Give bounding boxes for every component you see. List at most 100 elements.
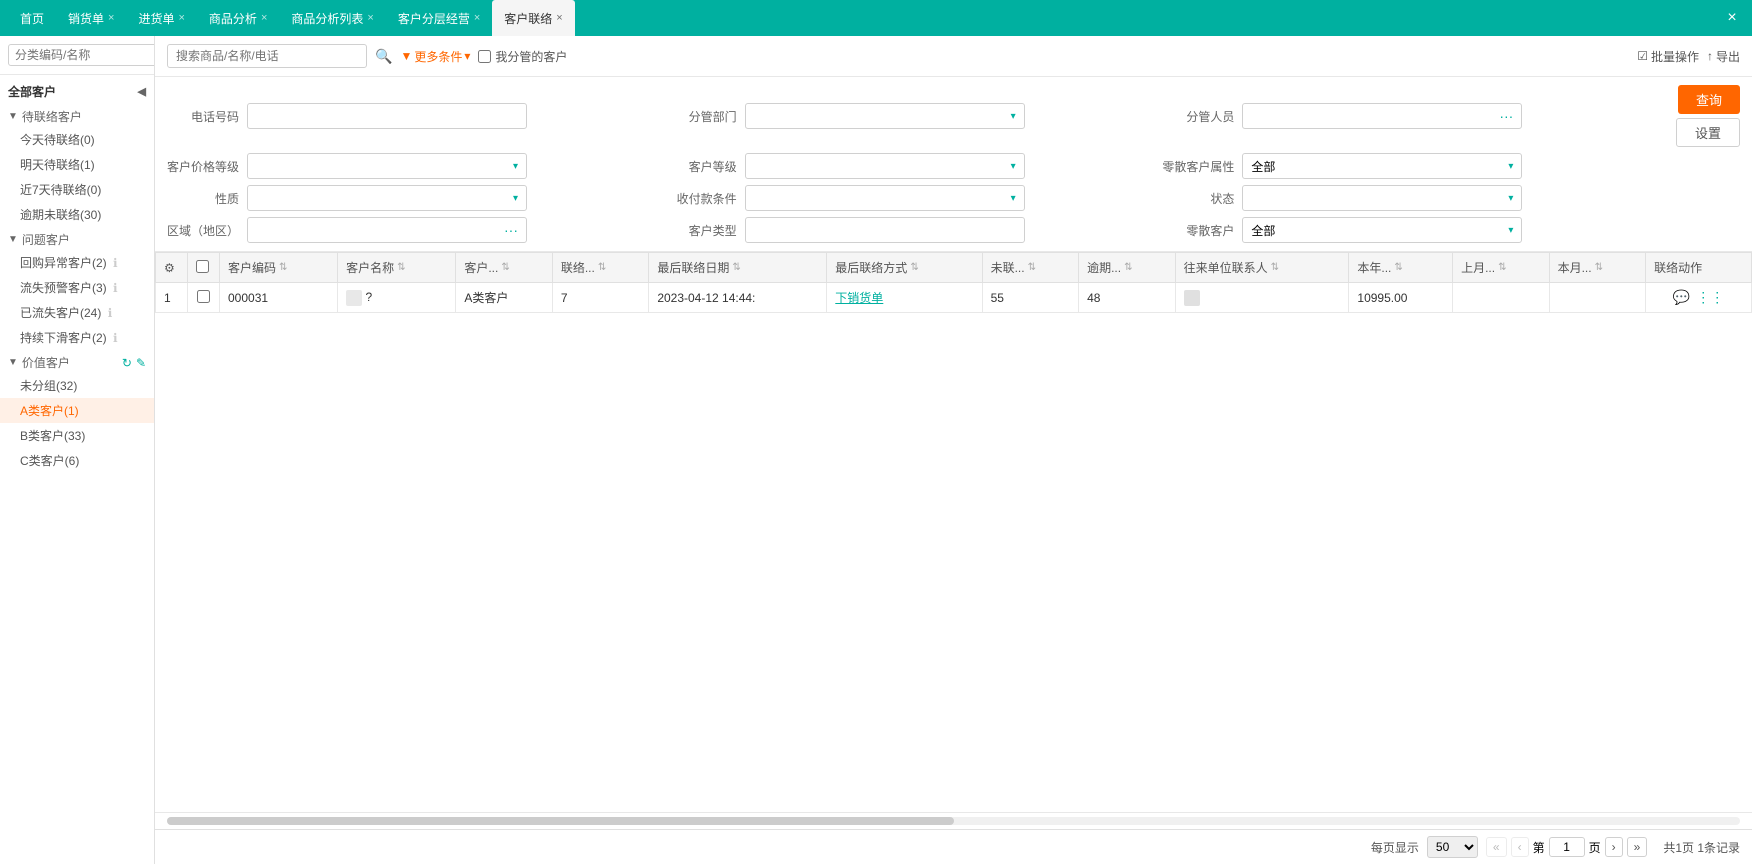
more-conditions-button[interactable]: ▼ 更多条件 ▾ xyxy=(400,48,470,65)
filter-price-level-select[interactable]: ▾ xyxy=(247,153,527,179)
nav-sales[interactable]: 销货单 × xyxy=(56,0,126,36)
col-last-date[interactable]: 最后联络日期 ⇅ xyxy=(649,253,827,283)
next-page-button[interactable]: › xyxy=(1605,837,1623,857)
manager-dots-icon: ··· xyxy=(1499,108,1513,124)
row-overdue-days: 48 xyxy=(1079,283,1176,313)
filter-nature-select[interactable]: ▾ xyxy=(247,185,527,211)
price-level-chevron-icon: ▾ xyxy=(513,161,518,172)
filter-payment-select[interactable]: ▾ xyxy=(745,185,1025,211)
filter-retail-attr-select[interactable]: 全部 ▾ xyxy=(1242,153,1522,179)
first-page-button[interactable]: « xyxy=(1486,837,1507,857)
close-customer-segment-tab[interactable]: × xyxy=(474,12,480,24)
close-product-analysis-tab[interactable]: × xyxy=(261,12,267,24)
nav-customer-segment[interactable]: 客户分层经营 × xyxy=(386,0,492,36)
my-customers-checkbox-label[interactable]: 我分管的客户 xyxy=(478,48,567,65)
nav-customer-contact[interactable]: 客户联络 × xyxy=(492,0,574,36)
prev-page-button[interactable]: ‹ xyxy=(1511,837,1529,857)
col-settings[interactable]: ⚙ xyxy=(156,253,188,283)
filter-manager-select[interactable]: ··· xyxy=(1242,103,1522,129)
horizontal-scrollbar[interactable] xyxy=(155,812,1752,829)
group-problem-customers[interactable]: ▼ 问题客户 xyxy=(0,227,154,250)
filter-retail-attr: 零散客户属性 全部 ▾ xyxy=(1162,153,1660,179)
filter-region-select[interactable]: ··· xyxy=(247,217,527,243)
row-contact-count: 7 xyxy=(552,283,649,313)
query-button[interactable]: 查询 xyxy=(1678,85,1740,114)
sidebar-item-7days[interactable]: 近7天待联络(0) xyxy=(0,177,154,202)
sidebar-item-class-b[interactable]: B类客户(33) xyxy=(0,423,154,448)
customer-table: ⚙ 客户编码 ⇅ 客户名称 xyxy=(155,252,1752,313)
sidebar-search-input[interactable] xyxy=(8,44,155,66)
close-product-list-tab[interactable]: × xyxy=(367,12,373,24)
my-customers-checkbox[interactable] xyxy=(478,50,491,63)
sidebar-item-tomorrow[interactable]: 明天待联络(1) xyxy=(0,152,154,177)
export-button[interactable]: ↑ 导出 xyxy=(1707,48,1740,65)
col-this-month[interactable]: 本月... ⇅ xyxy=(1549,253,1646,283)
col-last-method[interactable]: 最后联络方式 ⇅ xyxy=(827,253,982,283)
close-customer-contact-tab[interactable]: × xyxy=(556,12,562,24)
group-value-customers[interactable]: ▼ 价值客户 ↻ ✎ xyxy=(0,350,154,373)
filter-customer-level-select[interactable]: ▾ xyxy=(745,153,1025,179)
page-number-input[interactable] xyxy=(1549,837,1585,857)
filter-dept-select[interactable]: ▾ xyxy=(745,103,1025,129)
row-code: 000031 xyxy=(220,283,338,313)
group-pending-contact[interactable]: ▼ 待联络客户 xyxy=(0,104,154,127)
filter-retail-select[interactable]: 全部 ▾ xyxy=(1242,217,1522,243)
settings-button[interactable]: 设置 xyxy=(1676,118,1740,147)
col-customer-type[interactable]: 客户... ⇅ xyxy=(456,253,553,283)
sidebar-item-abnormal[interactable]: 回购异常客户(2) ℹ xyxy=(0,250,154,275)
sort-this-month-icon: ⇅ xyxy=(1595,262,1603,273)
filter-status-select[interactable]: ▾ xyxy=(1242,185,1522,211)
filter-customer-type-input[interactable] xyxy=(745,217,1025,243)
refresh-icon[interactable]: ↻ xyxy=(122,356,132,370)
retail-attr-chevron-icon: ▾ xyxy=(1508,161,1513,172)
edit-icon[interactable]: ✎ xyxy=(136,356,146,370)
col-checkbox xyxy=(188,253,220,283)
sidebar-item-unclassified[interactable]: 未分组(32) xyxy=(0,373,154,398)
row-customer-type: A类客户 xyxy=(456,283,553,313)
filter-row-2: 客户价格等级 ▾ 客户等级 ▾ 零散客户属性 全部 xyxy=(167,153,1740,179)
page-label: 第 xyxy=(1533,839,1545,856)
nav-home[interactable]: 首页 xyxy=(8,0,56,36)
sidebar-item-today[interactable]: 今天待联络(0) xyxy=(0,127,154,152)
close-purchase-tab[interactable]: × xyxy=(178,12,184,24)
col-contact-count[interactable]: 联络... ⇅ xyxy=(552,253,649,283)
sidebar-item-declining[interactable]: 持续下滑客户(2) ℹ xyxy=(0,325,154,350)
nav-product-analysis[interactable]: 商品分析 × xyxy=(197,0,279,36)
col-code[interactable]: 客户编码 ⇅ xyxy=(220,253,338,283)
sort-code-icon: ⇅ xyxy=(279,262,287,273)
col-contact-person[interactable]: 往来单位联系人 ⇅ xyxy=(1175,253,1349,283)
nav-purchase[interactable]: 进货单 × xyxy=(126,0,196,36)
filter-price-level-label: 客户价格等级 xyxy=(167,158,247,175)
name-color-dot xyxy=(346,290,362,306)
filter-phone-input[interactable] xyxy=(247,103,527,129)
sidebar-item-class-a[interactable]: A类客户(1) xyxy=(0,398,154,423)
close-sales-tab[interactable]: × xyxy=(108,12,114,24)
col-name[interactable]: 客户名称 ⇅ xyxy=(338,253,456,283)
col-overdue[interactable]: 逾期... ⇅ xyxy=(1079,253,1176,283)
more-action-icon[interactable]: ⋮⋮ xyxy=(1696,289,1724,306)
sidebar-collapse-icon[interactable]: ◀ xyxy=(138,85,146,98)
filter-region-label: 区域（地区） xyxy=(167,222,247,239)
filter-customer-level: 客户等级 ▾ xyxy=(665,153,1163,179)
col-this-year[interactable]: 本年... ⇅ xyxy=(1349,253,1453,283)
batch-op-button[interactable]: ☑ 批量操作 xyxy=(1637,48,1699,65)
col-last-month[interactable]: 上月... ⇅ xyxy=(1453,253,1550,283)
page-size-select[interactable]: 50 100 200 xyxy=(1427,836,1478,858)
filter-search-input[interactable] xyxy=(167,44,367,68)
last-method-link[interactable]: 下销货单 xyxy=(835,291,883,305)
col-no-contact[interactable]: 未联... ⇅ xyxy=(982,253,1079,283)
last-page-button[interactable]: » xyxy=(1627,837,1648,857)
row-checkbox[interactable] xyxy=(197,290,210,303)
row-last-method: 下销货单 xyxy=(827,283,982,313)
filter-customer-level-label: 客户等级 xyxy=(665,158,745,175)
sidebar-item-churn-warning[interactable]: 流失预警客户(3) ℹ xyxy=(0,275,154,300)
sidebar-item-overdue[interactable]: 逾期未联络(30) xyxy=(0,202,154,227)
sidebar-item-churned[interactable]: 已流失客户(24) ℹ xyxy=(0,300,154,325)
select-all-checkbox[interactable] xyxy=(196,260,209,273)
filter-search-button[interactable]: 🔍 xyxy=(375,48,392,65)
nav-product-list[interactable]: 商品分析列表 × xyxy=(279,0,385,36)
close-all-button[interactable]: × xyxy=(1720,6,1744,30)
chat-action-icon[interactable]: 💬 xyxy=(1673,289,1690,306)
row-contact-person xyxy=(1175,283,1349,313)
sidebar-item-class-c[interactable]: C类客户(6) xyxy=(0,448,154,473)
